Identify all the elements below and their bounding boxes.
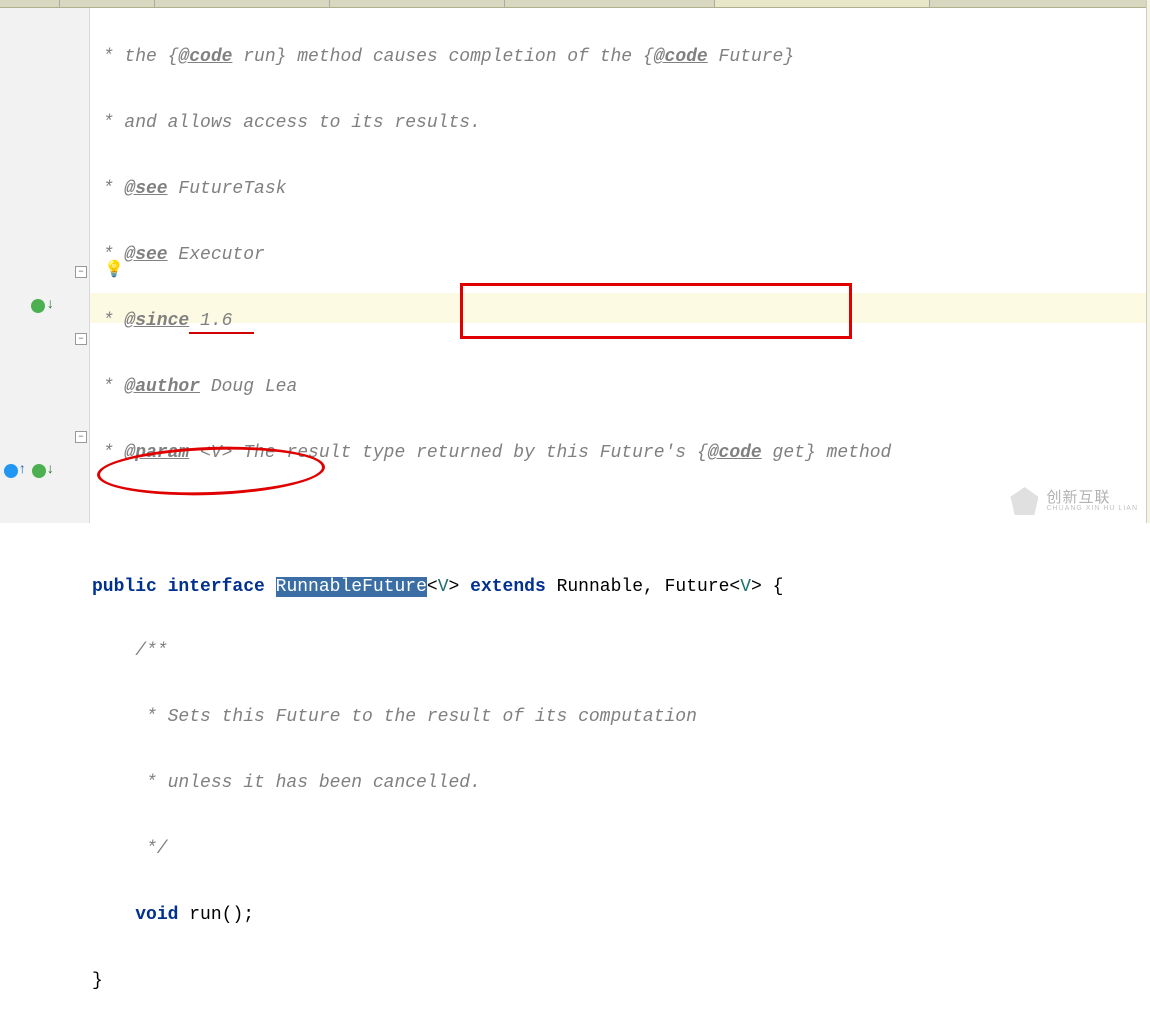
doc-close: */ xyxy=(92,839,168,859)
doc-tag-code: @code xyxy=(654,47,708,67)
brace-open: { xyxy=(762,577,784,597)
doc-tag-param: @param xyxy=(124,443,189,463)
keyword-interface: interface xyxy=(168,577,265,597)
keyword-public: public xyxy=(92,577,157,597)
doc-tag-see: @see xyxy=(124,245,167,265)
doc-text: * and allows access to its results. xyxy=(92,113,481,133)
angle-open: < xyxy=(427,577,438,597)
fold-handle[interactable]: − xyxy=(75,266,87,278)
doc-text: * xyxy=(92,245,124,265)
up-arrow-icon: ↑ xyxy=(18,463,26,477)
doc-text: * xyxy=(92,179,124,199)
keyword-extends: extends xyxy=(470,577,546,597)
comma: , xyxy=(643,577,665,597)
implementing-class-icon[interactable] xyxy=(31,299,45,313)
fold-handle[interactable]: − xyxy=(75,431,87,443)
doc-text: * unless it has been cancelled. xyxy=(92,773,481,793)
code-editor[interactable]: * the {@code run} method causes completi… xyxy=(92,8,1150,1031)
editor-tab-bar[interactable] xyxy=(0,0,1150,8)
doc-open: /** xyxy=(92,641,168,661)
brace-close: } xyxy=(92,971,103,991)
editor-gutter: − − − ↓ ↑ ↓ xyxy=(0,8,90,523)
type-param: V xyxy=(438,577,449,597)
down-arrow-icon: ↓ xyxy=(46,463,54,477)
vertical-scrollbar[interactable] xyxy=(1146,0,1150,523)
watermark-text-py: CHUANG XIN HU LIAN xyxy=(1046,505,1138,512)
method-run: run(); xyxy=(178,905,254,925)
overriding-method-icon[interactable] xyxy=(4,464,18,478)
doc-text: FutureTask xyxy=(168,179,287,199)
doc-tag-author: @author xyxy=(124,377,200,397)
doc-tag-code: @code xyxy=(178,47,232,67)
watermark-logo-icon xyxy=(1010,487,1038,515)
doc-typeparam: <V> xyxy=(189,443,232,463)
doc-tag-code: @code xyxy=(708,443,762,463)
supertype-runnable: Runnable xyxy=(557,577,643,597)
supertype-future: Future xyxy=(665,577,730,597)
keyword-void: void xyxy=(135,905,178,925)
doc-text: Future} xyxy=(708,47,794,67)
doc-since-value: 1.6 xyxy=(189,311,254,334)
angle-close: > xyxy=(751,577,762,597)
doc-text: * the { xyxy=(92,47,178,67)
doc-text: Doug Lea xyxy=(200,377,297,397)
down-arrow-icon: ↓ xyxy=(46,298,54,312)
type-param: V xyxy=(740,577,751,597)
doc-text: * xyxy=(92,311,124,331)
angle-close: > xyxy=(449,577,460,597)
doc-text: * Sets this Future to the result of its … xyxy=(92,707,697,727)
interface-name-selected: RunnableFuture xyxy=(276,577,427,597)
watermark: 创新互联 CHUANG XIN HU LIAN xyxy=(1010,487,1138,515)
angle-open: < xyxy=(729,577,740,597)
doc-tag-see: @see xyxy=(124,179,167,199)
doc-text: Executor xyxy=(168,245,265,265)
implemented-method-icon[interactable] xyxy=(32,464,46,478)
doc-text: * xyxy=(92,443,124,463)
doc-text: * xyxy=(92,377,124,397)
doc-text: run} method causes completion of the { xyxy=(232,47,653,67)
doc-text: get} method xyxy=(762,443,892,463)
doc-text: The result type returned by this Future'… xyxy=(232,443,707,463)
watermark-text-cn: 创新互联 xyxy=(1046,490,1138,505)
doc-tag-since: @since xyxy=(124,311,189,331)
fold-handle[interactable]: − xyxy=(75,333,87,345)
